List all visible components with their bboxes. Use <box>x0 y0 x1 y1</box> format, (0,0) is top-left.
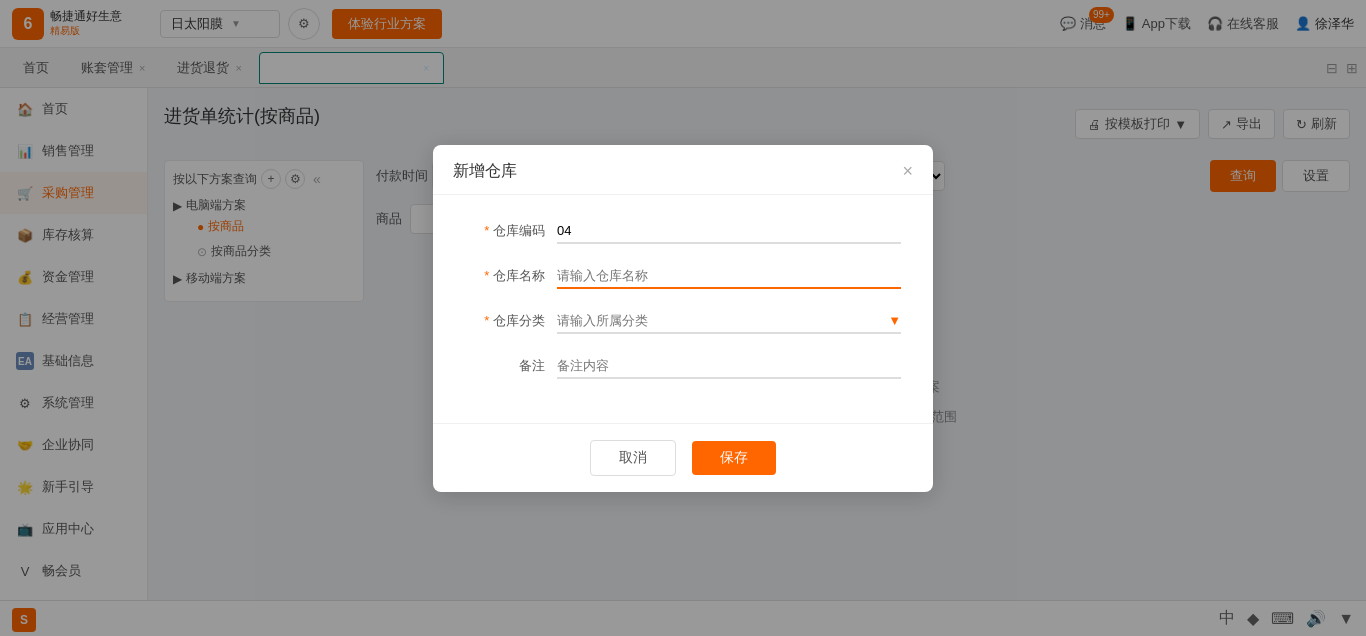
warehouse-code-input[interactable] <box>557 219 901 244</box>
warehouse-category-row: 仓库分类 ▼ <box>465 309 901 334</box>
dialog-title: 新增仓库 <box>453 161 517 182</box>
dialog-header: 新增仓库 × <box>433 145 933 195</box>
category-chevron-icon[interactable]: ▼ <box>888 313 901 328</box>
modal-overlay: 新增仓库 × 仓库编码 仓库名称 仓库分类 ▼ <box>0 0 1366 636</box>
warehouse-category-input[interactable] <box>557 313 888 328</box>
warehouse-note-input[interactable] <box>557 354 901 379</box>
warehouse-code-row: 仓库编码 <box>465 219 901 244</box>
dialog-close-button[interactable]: × <box>902 161 913 182</box>
warehouse-category-select-wrap: ▼ <box>557 309 901 334</box>
dialog-body: 仓库编码 仓库名称 仓库分类 ▼ 备注 <box>433 195 933 423</box>
category-label: 仓库分类 <box>465 312 545 330</box>
warehouse-note-row: 备注 <box>465 354 901 379</box>
code-label: 仓库编码 <box>465 222 545 240</box>
name-label: 仓库名称 <box>465 267 545 285</box>
add-warehouse-dialog: 新增仓库 × 仓库编码 仓库名称 仓库分类 ▼ <box>433 145 933 492</box>
dialog-footer: 取消 保存 <box>433 423 933 492</box>
warehouse-name-input[interactable] <box>557 264 901 289</box>
cancel-button[interactable]: 取消 <box>590 440 676 476</box>
warehouse-name-row: 仓库名称 <box>465 264 901 289</box>
note-label: 备注 <box>465 357 545 375</box>
save-button[interactable]: 保存 <box>692 441 776 475</box>
